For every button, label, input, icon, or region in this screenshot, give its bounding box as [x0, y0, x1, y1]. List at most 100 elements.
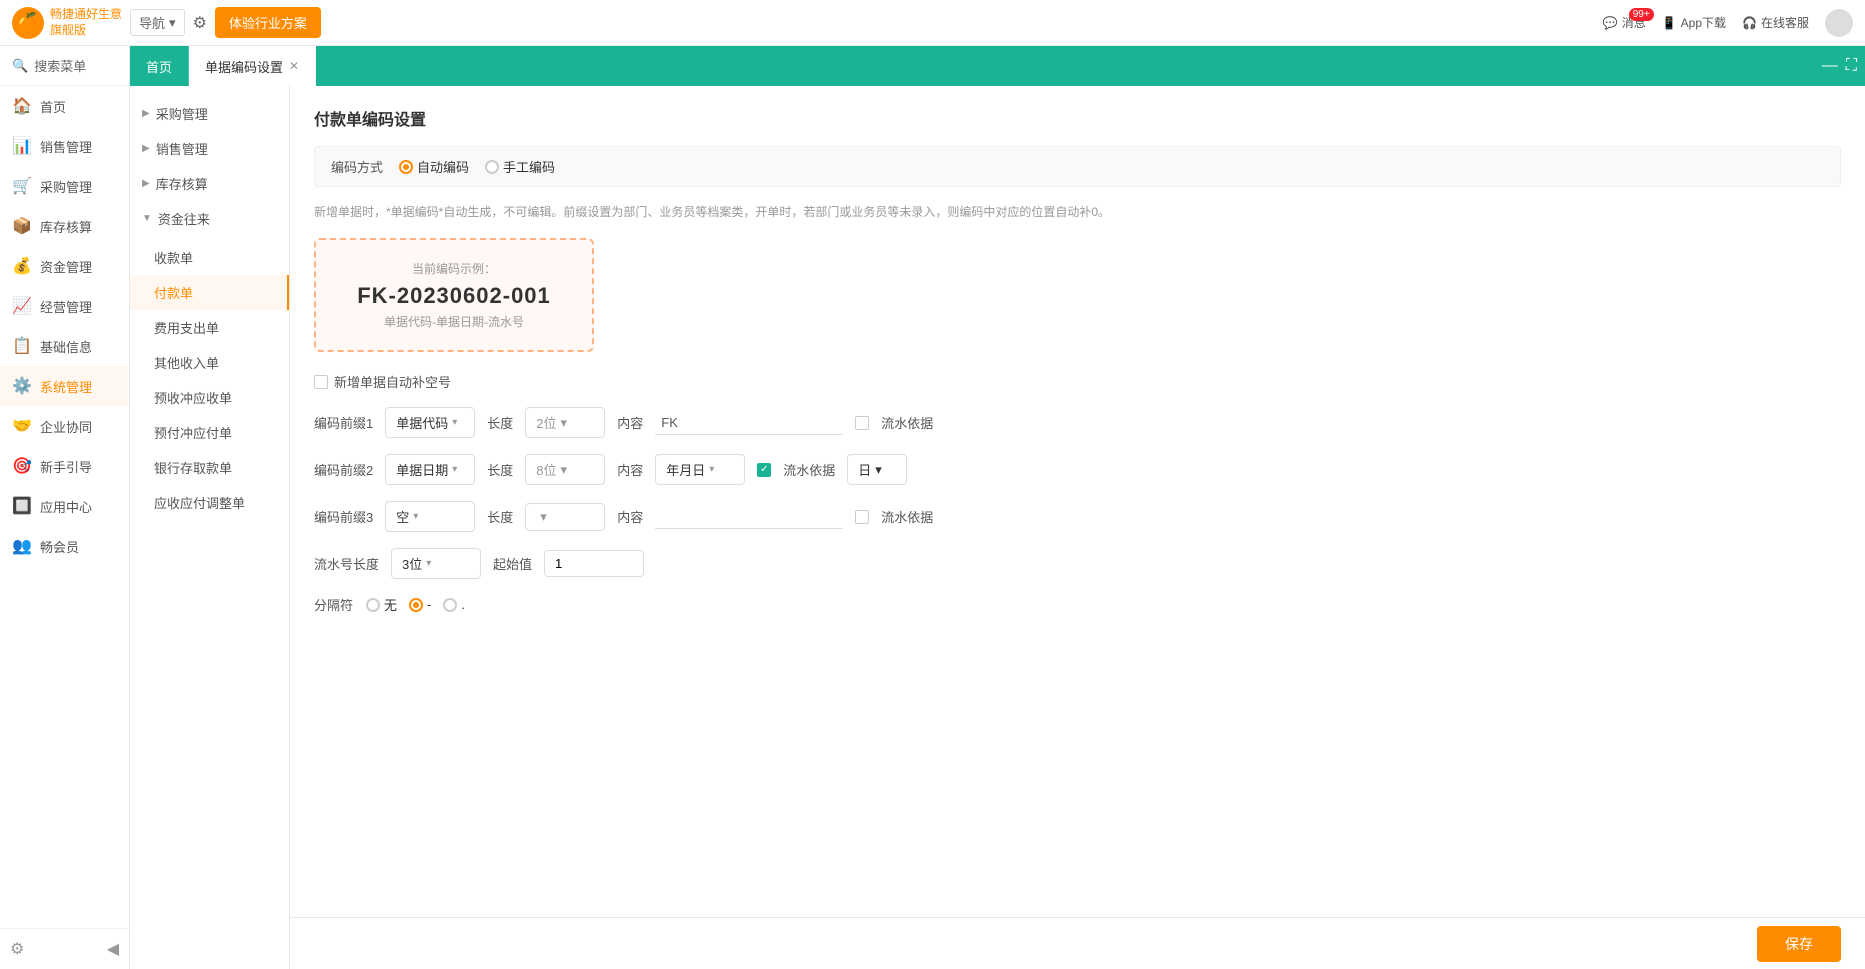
sidebar-item-system[interactable]: ⚙️ 系统管理: [0, 366, 129, 406]
sep-dash-label: -: [427, 597, 431, 612]
auto-encode-label: 自动编码: [417, 157, 469, 176]
submenu-group-capital-title[interactable]: ▼ 资金往来: [130, 201, 289, 236]
sidebar-item-inventory[interactable]: 📦 库存核算: [0, 206, 129, 246]
submenu-item-payment[interactable]: 付款单: [130, 275, 289, 310]
app-download-button[interactable]: 📱 App下载: [1662, 14, 1726, 31]
prefix2-cascade-select[interactable]: 日 ▾: [847, 454, 907, 485]
prefix2-cascade-arrow: ▾: [875, 462, 882, 478]
message-button[interactable]: 💬 消息 99+: [1603, 14, 1646, 31]
sidebar-item-purchase[interactable]: 🛒 采购管理: [0, 166, 129, 206]
prefix3-content-input[interactable]: [655, 505, 843, 529]
start-value-input[interactable]: [544, 550, 644, 577]
prefix1-length-select[interactable]: 2位 ▾: [525, 407, 605, 438]
info-text: 新增单据时，*单据编码*自动生成，不可编辑。前缀设置为部门、业务员等档案类，开单…: [314, 203, 1841, 222]
minimize-icon[interactable]: —: [1822, 57, 1838, 75]
prefix1-length-arrow: ▾: [560, 415, 567, 431]
prefix2-content-select[interactable]: 年月日 ▾: [655, 454, 745, 485]
chevron-right-icon3: ▶: [142, 178, 150, 189]
prefix3-row: 编码前缀3 空 ▾ 长度 ▾ 内容 流水依据: [314, 501, 1841, 532]
submenu-sales-label: 销售管理: [156, 139, 208, 158]
online-service-button[interactable]: 🎧 在线客服: [1742, 14, 1809, 31]
member-icon: 👥: [12, 536, 32, 556]
submenu-item-bank-deposit[interactable]: 银行存取款单: [130, 450, 289, 485]
prefix1-serial-checkbox[interactable]: [855, 416, 869, 430]
tab-close-icon[interactable]: ✕: [289, 59, 299, 73]
sidebar-item-home[interactable]: 🏠 首页: [0, 86, 129, 126]
top-bar-right: 💬 消息 99+ 📱 App下载 🎧 在线客服: [1603, 9, 1853, 37]
prefix1-select[interactable]: 单据代码 ▾: [385, 407, 475, 438]
sep-dash-option[interactable]: -: [409, 597, 431, 612]
sidebar-item-basic-label: 基础信息: [40, 337, 92, 356]
submenu-group-purchase-title[interactable]: ▶ 采购管理: [130, 96, 289, 131]
manual-encode-option[interactable]: 手工编码: [485, 157, 555, 176]
sep-dot-option[interactable]: .: [443, 597, 465, 612]
system-icon: ⚙️: [12, 376, 32, 396]
submenu-capital-items: 收款单 付款单 费用支出单 其他收入单 预收冲应收单: [130, 236, 289, 524]
sidebar-search[interactable]: 🔍 搜索菜单: [0, 46, 129, 86]
collapse-icon[interactable]: ◀: [107, 939, 119, 959]
prefix3-select[interactable]: 空 ▾: [385, 501, 475, 532]
main-layout: 🔍 搜索菜单 🏠 首页 📊 销售管理 🛒 采购管理 📦 库存核算 💰 资: [0, 46, 1865, 969]
tab-encoding[interactable]: 单据编码设置 ✕: [189, 46, 316, 86]
sidebar-item-home-label: 首页: [40, 97, 66, 116]
nav-dropdown[interactable]: 导航 ▾: [130, 9, 185, 36]
sidebar-item-basic[interactable]: 📋 基础信息: [0, 326, 129, 366]
sidebar-item-operation-label: 经营管理: [40, 297, 92, 316]
settings-bottom-icon[interactable]: ⚙: [10, 939, 24, 959]
submenu-item-advance-receivable[interactable]: 预收冲应收单: [130, 380, 289, 415]
sidebar-item-system-label: 系统管理: [40, 377, 92, 396]
submenu-item-advance-payable[interactable]: 预付冲应付单: [130, 415, 289, 450]
prefix2-content-value: 年月日: [666, 460, 705, 479]
prefix1-select-value: 单据代码: [396, 413, 448, 432]
submenu-group-inventory: ▶ 库存核算: [130, 166, 289, 201]
prefix2-length-select[interactable]: 8位 ▾: [525, 454, 605, 485]
submenu-item-ar-ap-adjust[interactable]: 应收应付调整单: [130, 485, 289, 520]
sidebar-item-guide[interactable]: 🎯 新手引导: [0, 446, 129, 486]
submenu-capital-label: 资金往来: [158, 209, 210, 228]
tab-home[interactable]: 首页: [130, 46, 189, 86]
prefix2-select[interactable]: 单据日期 ▾: [385, 454, 475, 485]
prefix1-content-input[interactable]: [655, 411, 843, 435]
avatar[interactable]: [1825, 9, 1853, 37]
prefix2-content-arrow: ▾: [709, 464, 714, 475]
prefix3-length-select[interactable]: ▾: [525, 503, 605, 531]
sidebar-item-finance[interactable]: 💰 资金管理: [0, 246, 129, 286]
separator-row: 分隔符 无 - .: [314, 595, 1841, 614]
save-button[interactable]: 保存: [1757, 926, 1841, 962]
separator-label: 分隔符: [314, 595, 354, 614]
sidebar-item-operation[interactable]: 📈 经营管理: [0, 286, 129, 326]
prefix1-serial-label: 流水依据: [881, 413, 933, 432]
prefix1-content-label: 内容: [617, 413, 643, 432]
sidebar-item-member[interactable]: 👥 畅会员: [0, 526, 129, 566]
submenu-item-receipt[interactable]: 收款单: [130, 240, 289, 275]
sidebar-item-sales[interactable]: 📊 销售管理: [0, 126, 129, 166]
auto-encode-option[interactable]: 自动编码: [399, 157, 469, 176]
prefix2-serial-checkbox[interactable]: ✓: [757, 463, 771, 477]
prefix3-serial-checkbox[interactable]: [855, 510, 869, 524]
expand-icon[interactable]: ⛶: [1846, 57, 1857, 75]
submenu-item-expense[interactable]: 费用支出单: [130, 310, 289, 345]
chevron-down-icon: ▾: [169, 15, 176, 31]
gear-icon[interactable]: ⚙: [193, 13, 207, 33]
purchase-icon: 🛒: [12, 176, 32, 196]
inventory-icon: 📦: [12, 216, 32, 236]
prefix2-length-arrow: ▾: [560, 462, 567, 478]
submenu-group-inventory-title[interactable]: ▶ 库存核算: [130, 166, 289, 201]
tab-bar-right: — ⛶: [1822, 57, 1865, 75]
prefix1-arrow-icon: ▾: [452, 417, 457, 428]
auto-fill-checkbox[interactable]: [314, 375, 328, 389]
serial-length-label: 流水号长度: [314, 554, 379, 573]
submenu-item-other-income[interactable]: 其他收入单: [130, 345, 289, 380]
search-icon: 🔍: [12, 58, 28, 74]
submenu-group-sales-title[interactable]: ▶ 销售管理: [130, 131, 289, 166]
sep-none-option[interactable]: 无: [366, 595, 397, 614]
submenu-group-capital: ▼ 资金往来 收款单 付款单 费用支出单: [130, 201, 289, 524]
serial-length-select[interactable]: 3位 ▾: [391, 548, 481, 579]
sidebar-item-purchase-label: 采购管理: [40, 177, 92, 196]
sidebar-item-apps[interactable]: 🔲 应用中心: [0, 486, 129, 526]
sidebar-item-enterprise[interactable]: 🤝 企业协同: [0, 406, 129, 446]
sales-icon: 📊: [12, 136, 32, 156]
prefix3-arrow-icon: ▾: [413, 511, 418, 522]
experience-button[interactable]: 体验行业方案: [215, 7, 321, 38]
sep-none-label: 无: [384, 595, 397, 614]
